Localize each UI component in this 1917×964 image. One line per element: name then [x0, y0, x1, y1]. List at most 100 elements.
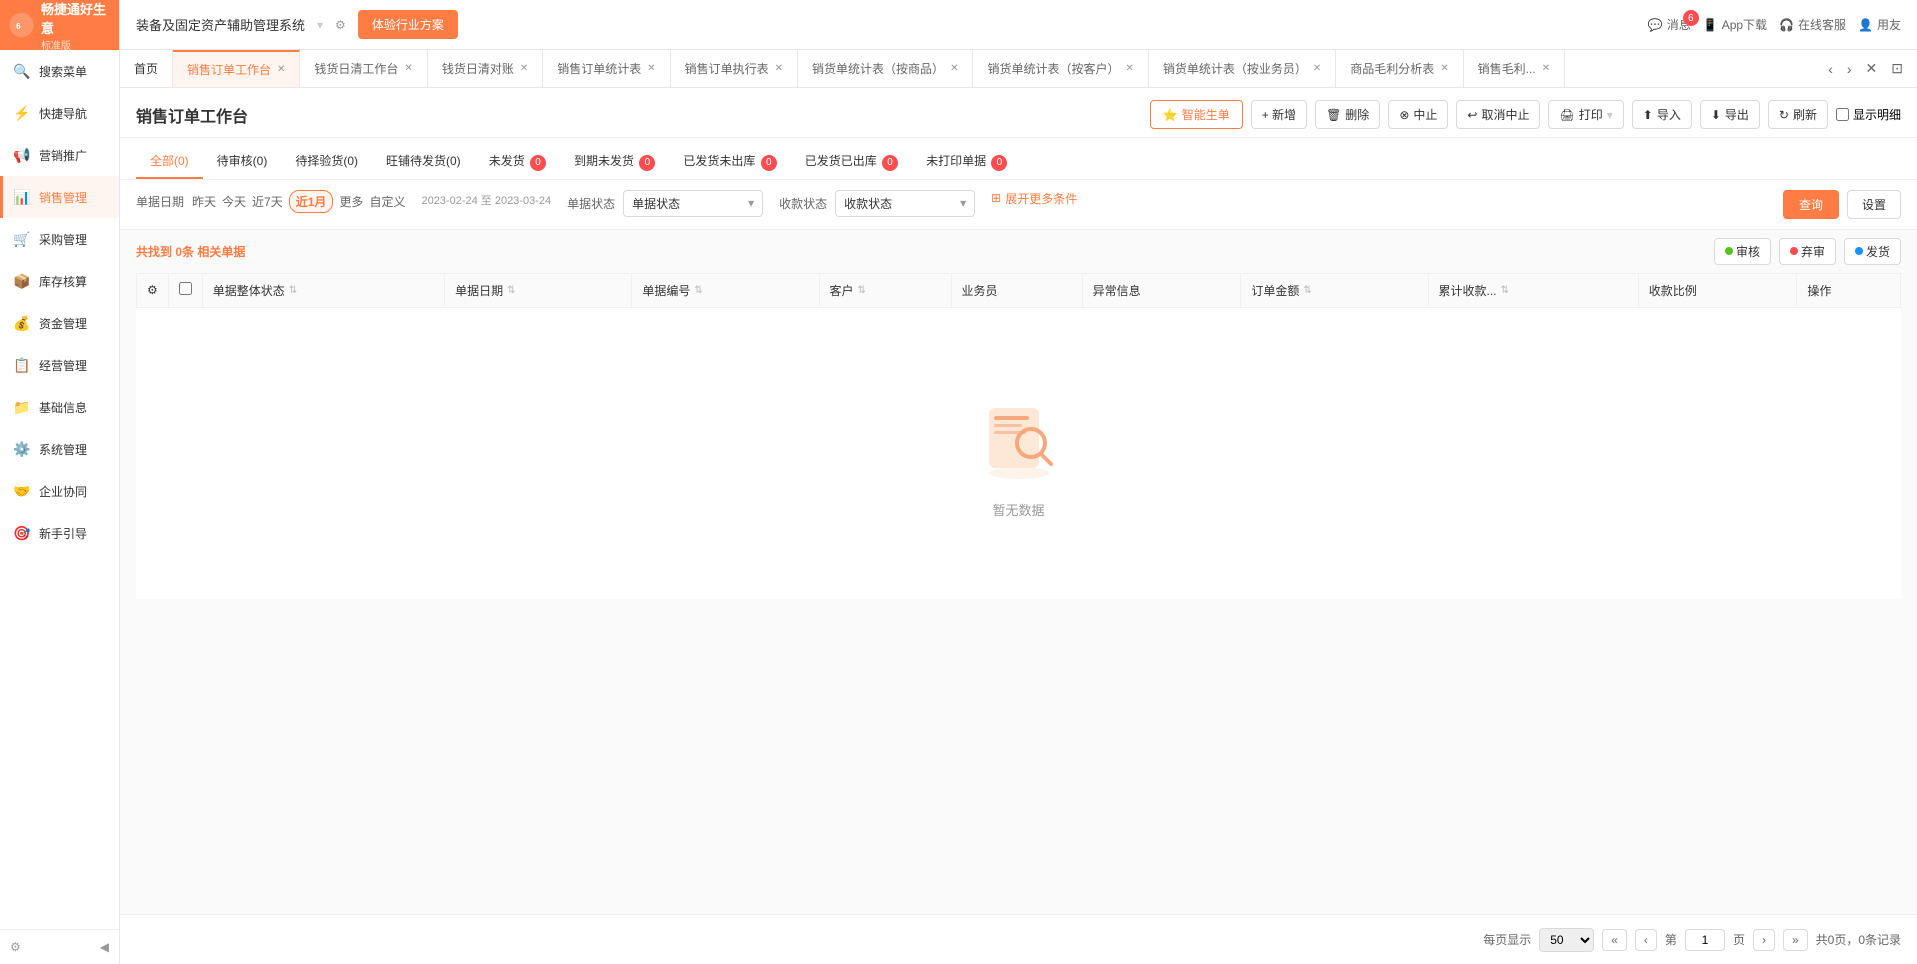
tab-sales-exec[interactable]: 销售订单执行表 ✕	[671, 50, 798, 88]
tab-home[interactable]: 首页	[120, 50, 173, 88]
filter-setting-btn[interactable]: 设置	[1847, 190, 1901, 219]
sidebar-item-inventory[interactable]: 📦 库存核算	[0, 260, 119, 302]
last-page-btn[interactable]: »	[1783, 929, 1808, 951]
main-content: 装备及固定资产辅助管理系统 ▾ ⚙ 体验行业方案 💬 消息 6 📱 App下载 …	[120, 0, 1917, 964]
tab-sales-stats[interactable]: 销售订单统计表 ✕	[543, 50, 670, 88]
experience-btn[interactable]: 体验行业方案	[358, 10, 458, 39]
sidebar-item-guide[interactable]: 🎯 新手引导	[0, 512, 119, 554]
table-count: 共找到 0条 相关单据	[136, 243, 245, 260]
ship-btn[interactable]: 发货	[1844, 238, 1901, 265]
date-btn-yesterday[interactable]: 昨天	[192, 193, 216, 210]
sub-tab-pending-check[interactable]: 待择验货(0)	[281, 146, 372, 179]
date-btn-1month[interactable]: 近1月	[289, 190, 334, 213]
th-settings[interactable]: ⚙	[137, 273, 169, 307]
sidebar-item-cooperation[interactable]: 🤝 企业协同	[0, 470, 119, 512]
sidebar-item-management[interactable]: 📋 经营管理	[0, 344, 119, 386]
show-detail-input[interactable]	[1836, 108, 1849, 121]
refresh-icon: ↻	[1779, 108, 1789, 122]
tab-reconciliation[interactable]: 钱货日清对账 ✕	[428, 50, 543, 88]
tab-close-5[interactable]: ✕	[775, 64, 783, 74]
sidebar-item-quick-nav[interactable]: ⚡ 快捷导航	[0, 92, 119, 134]
page-number-input[interactable]	[1685, 929, 1725, 951]
tab-gross-margin[interactable]: 商品毛利分析表 ✕	[1336, 50, 1463, 88]
purchase-icon: 🛒	[13, 230, 31, 248]
payment-select[interactable]: 收款状态 ▾	[835, 190, 975, 217]
cancel-stop-btn[interactable]: ↩ 取消中止	[1456, 100, 1540, 129]
sub-tab-all[interactable]: 全部(0)	[136, 146, 203, 179]
tab-daily-clearing[interactable]: 钱货日清工作台 ✕	[300, 50, 427, 88]
tabs-prev-btn[interactable]: ‹	[1822, 57, 1839, 81]
date-btn-7days[interactable]: 近7天	[252, 193, 283, 210]
tab-sales-gross[interactable]: 销售毛利... ✕	[1464, 50, 1565, 88]
tab-sales-order-workbench[interactable]: 销售订单工作台 ✕	[173, 50, 300, 88]
sort-icon-date[interactable]: ⇅	[507, 285, 515, 296]
user-btn[interactable]: 👤 用友	[1858, 16, 1901, 33]
expand-filter-btn[interactable]: ⊞ 展开更多条件	[991, 190, 1077, 207]
select-all-checkbox[interactable]	[179, 282, 192, 295]
sub-tab-shipped-out[interactable]: 已发货已出库 0	[791, 146, 912, 179]
add-btn[interactable]: + 新增	[1251, 100, 1307, 129]
refresh-btn[interactable]: ↻ 刷新	[1768, 100, 1828, 129]
collapse-icon[interactable]: ◀	[100, 940, 109, 954]
sidebar-item-sales[interactable]: 📊 销售管理	[0, 176, 119, 218]
sort-icon-no[interactable]: ⇅	[694, 285, 702, 296]
message-btn[interactable]: 💬 消息 6	[1648, 16, 1691, 33]
settings-icon[interactable]: ⚙	[10, 940, 21, 954]
tab-sales-product[interactable]: 销货单统计表（按商品） ✕	[798, 50, 973, 88]
tabs-close-all-btn[interactable]: ✕	[1860, 56, 1884, 81]
query-btn[interactable]: 查询	[1783, 190, 1839, 219]
next-page-btn[interactable]: ›	[1753, 929, 1775, 951]
tab-close-7[interactable]: ✕	[1125, 64, 1133, 74]
topbar-settings-icon[interactable]: ⚙	[335, 18, 346, 32]
tab-close-2[interactable]: ✕	[404, 64, 412, 74]
app-download-btn[interactable]: 📱 App下载	[1703, 16, 1767, 33]
print-btn[interactable]: 🖨 打印 ▾	[1548, 100, 1623, 129]
sort-icon-collected[interactable]: ⇅	[1501, 285, 1509, 296]
sub-tab-shipped-not-out[interactable]: 已发货未出库 0	[669, 146, 790, 179]
sort-icon-status[interactable]: ⇅	[289, 285, 297, 296]
sidebar-item-finance[interactable]: 💰 资金管理	[0, 302, 119, 344]
delete-btn[interactable]: 🗑 删除	[1315, 100, 1380, 129]
sidebar-item-purchase[interactable]: 🛒 采购管理	[0, 218, 119, 260]
tab-sales-staff[interactable]: 销货单统计表（按业务员） ✕	[1149, 50, 1336, 88]
smart-generate-btn[interactable]: ⭐ 智能生单	[1150, 100, 1243, 129]
th-checkbox[interactable]	[168, 273, 202, 307]
sub-tab-not-printed[interactable]: 未打印单据 0	[912, 146, 1021, 179]
first-page-btn[interactable]: «	[1602, 929, 1627, 951]
tab-close-9[interactable]: ✕	[1440, 64, 1448, 74]
sub-tab-not-shipped[interactable]: 未发货 0	[475, 146, 560, 179]
settings-icon[interactable]: ⚙	[147, 283, 158, 297]
online-service-btn[interactable]: 🎧 在线客服	[1779, 16, 1846, 33]
tab-close-4[interactable]: ✕	[647, 64, 655, 74]
tabs-expand-btn[interactable]: ⊡	[1885, 56, 1909, 81]
prev-page-btn[interactable]: ‹	[1635, 929, 1657, 951]
sidebar-item-search[interactable]: 🔍 搜索菜单	[0, 50, 119, 92]
tab-close-3[interactable]: ✕	[520, 64, 528, 74]
sort-icon-customer[interactable]: ⇅	[858, 285, 866, 296]
sub-tab-pending-review[interactable]: 待审核(0)	[203, 146, 282, 179]
tab-close-6[interactable]: ✕	[950, 64, 958, 74]
import-btn[interactable]: ⬆ 导入	[1632, 100, 1692, 129]
sub-tab-overdue-not-shipped[interactable]: 到期未发货 0	[560, 146, 669, 179]
tab-close-10[interactable]: ✕	[1542, 64, 1550, 74]
import-icon: ⬆	[1643, 108, 1653, 122]
tab-sales-customer[interactable]: 销货单统计表（按客户） ✕	[973, 50, 1148, 88]
tab-close-1[interactable]: ✕	[277, 65, 285, 75]
sidebar-item-basic-info[interactable]: 📁 基础信息	[0, 386, 119, 428]
status-select[interactable]: 单据状态 ▾	[623, 190, 763, 217]
date-btn-custom[interactable]: 自定义	[369, 193, 405, 210]
stop-btn[interactable]: ⊗ 中止	[1388, 100, 1448, 129]
date-btn-more[interactable]: 更多	[339, 193, 363, 210]
export-btn[interactable]: ⬇ 导出	[1700, 100, 1760, 129]
abandon-review-btn[interactable]: 弃审	[1779, 238, 1836, 265]
per-page-select[interactable]: 50 100 200	[1539, 928, 1594, 952]
sort-icon-amount[interactable]: ⇅	[1303, 285, 1311, 296]
tabs-next-btn[interactable]: ›	[1841, 57, 1858, 81]
show-detail-checkbox[interactable]: 显示明细	[1836, 106, 1901, 123]
sidebar-item-marketing[interactable]: 📢 营销推广	[0, 134, 119, 176]
date-btn-today[interactable]: 今天	[222, 193, 246, 210]
review-btn[interactable]: 审核	[1714, 238, 1771, 265]
tab-close-8[interactable]: ✕	[1313, 64, 1321, 74]
sidebar-item-system[interactable]: ⚙️ 系统管理	[0, 428, 119, 470]
sub-tab-shop-pending[interactable]: 旺铺待发货(0)	[372, 146, 475, 179]
